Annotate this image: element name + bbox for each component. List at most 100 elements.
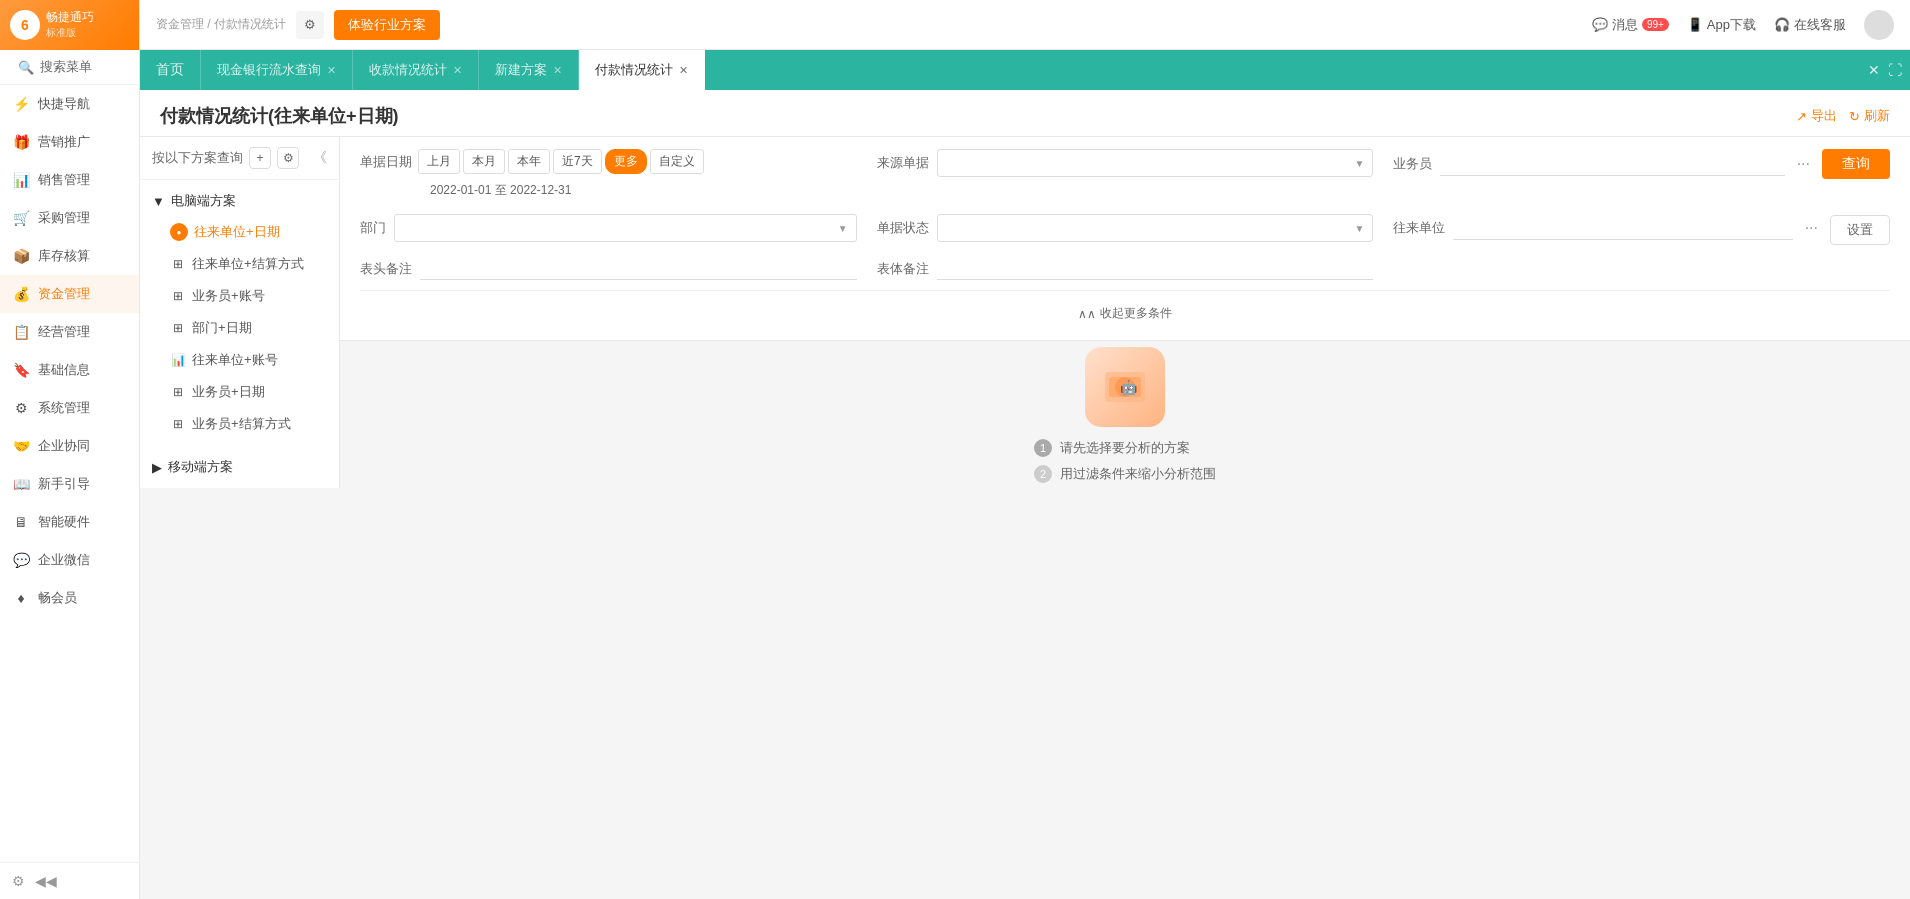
tab-bank-flow-close[interactable]: ✕ — [327, 64, 336, 77]
nav-icon-marketing: 🎁 — [12, 134, 30, 150]
nav-label-quick-nav: 快捷导航 — [38, 95, 90, 113]
trial-btn[interactable]: 体验行业方案 — [334, 10, 440, 40]
close-all-tabs-btn[interactable]: ✕ — [1868, 62, 1880, 78]
date-btn-this-month[interactable]: 本月 — [463, 149, 505, 174]
sidebar-item-quick-nav[interactable]: ⚡快捷导航 — [0, 85, 139, 123]
online-service-label: 在线客服 — [1794, 16, 1846, 34]
partner-input[interactable] — [1453, 217, 1792, 240]
refresh-icon: ↻ — [1849, 109, 1860, 124]
sidebar-item-wechat[interactable]: 💬企业微信 — [0, 541, 139, 579]
sidebar: 6 畅捷通巧 标准版 🔍 搜索菜单 ⚡快捷导航🎁营销推广📊销售管理🛒采购管理📦库… — [0, 0, 140, 899]
app-download-btn[interactable]: 📱 App下载 — [1687, 16, 1756, 34]
sidebar-item-fund[interactable]: 💰资金管理 — [0, 275, 139, 313]
page-header: 付款情况统计(往来单位+日期) ↗ 导出 ↻ 刷新 — [140, 90, 1910, 137]
content-area: 付款情况统计(往来单位+日期) ↗ 导出 ↻ 刷新 按以下方案查询 + ⚙ — [140, 90, 1910, 899]
mobile-icon: 📱 — [1687, 17, 1703, 32]
scheme-item-staff-date[interactable]: ⊞ 业务员+日期 — [140, 376, 339, 408]
date-filter: 单据日期 上月 本月 本年 近7天 更多 自定义 2022-01-01 至 20… — [360, 149, 857, 199]
nav-label-coop: 企业协同 — [38, 437, 90, 455]
sidebar-item-operations[interactable]: 📋经营管理 — [0, 313, 139, 351]
add-scheme-btn[interactable]: + — [249, 147, 271, 169]
search-menu[interactable]: 🔍 搜索菜单 — [0, 50, 139, 85]
collapse-sidebar-icon[interactable]: ◀◀ — [35, 873, 57, 889]
query-btn[interactable]: 查询 — [1822, 149, 1890, 179]
refresh-btn[interactable]: ↻ 刷新 — [1849, 107, 1890, 125]
body-note-input[interactable] — [937, 257, 1374, 280]
collapse-conditions-btn[interactable]: ∧∧ 收起更多条件 — [360, 299, 1890, 328]
scheme-item-staff-settle[interactable]: ⊞ 业务员+结算方式 — [140, 408, 339, 440]
partner-dots-btn[interactable]: ··· — [1801, 219, 1822, 237]
scheme-label-staff-account: 业务员+账号 — [192, 287, 265, 305]
date-btn-this-year[interactable]: 本年 — [508, 149, 550, 174]
sidebar-item-basic[interactable]: 🔖基础信息 — [0, 351, 139, 389]
breadcrumb: 资金管理 / 付款情况统计 — [156, 16, 286, 33]
tab-bank-flow-label: 现金银行流水查询 — [217, 61, 321, 79]
doc-status-select[interactable]: ▼ — [937, 214, 1374, 242]
export-btn[interactable]: ↗ 导出 — [1796, 107, 1837, 125]
doc-status-filter: 单据状态 ▼ — [877, 214, 1374, 242]
scheme-label-staff-date: 业务员+日期 — [192, 383, 265, 401]
sidebar-item-coop[interactable]: 🤝企业协同 — [0, 427, 139, 465]
service-icon: 🎧 — [1774, 17, 1790, 32]
nav-label-system: 系统管理 — [38, 399, 90, 417]
tab-new-scheme-close[interactable]: ✕ — [553, 64, 562, 77]
sidebar-item-guide[interactable]: 📖新手引导 — [0, 465, 139, 503]
tab-bank-flow[interactable]: 现金银行流水查询 ✕ — [201, 50, 353, 90]
desktop-group-header[interactable]: ▼ 电脑端方案 — [140, 186, 339, 216]
dept-select[interactable]: ▼ — [394, 214, 857, 242]
sidebar-item-member[interactable]: ♦畅会员 — [0, 579, 139, 617]
sidebar-item-purchase[interactable]: 🛒采购管理 — [0, 199, 139, 237]
expand-tabs-btn[interactable]: ⛶ — [1888, 62, 1902, 78]
date-btn-custom[interactable]: 自定义 — [650, 149, 704, 174]
tab-new-scheme[interactable]: 新建方案 ✕ — [479, 50, 579, 90]
tabs-bar: 首页 现金银行流水查询 ✕ 收款情况统计 ✕ 新建方案 ✕ 付款情况统计 ✕ ✕… — [140, 50, 1910, 90]
source-filter-label: 来源单据 — [877, 154, 929, 172]
right-content: 单据日期 上月 本月 本年 近7天 更多 自定义 2022-01-01 至 20… — [340, 137, 1910, 488]
refresh-label: 刷新 — [1864, 107, 1890, 125]
message-btn[interactable]: 💬 消息 99+ — [1592, 16, 1669, 34]
tab-receive-stats[interactable]: 收款情况统计 ✕ — [353, 50, 479, 90]
scheme-item-partner-account[interactable]: 📊 往来单位+账号 — [140, 344, 339, 376]
scheme-item-staff-account[interactable]: ⊞ 业务员+账号 — [140, 280, 339, 312]
source-select[interactable]: ▼ — [937, 149, 1374, 177]
tab-new-scheme-label: 新建方案 — [495, 61, 547, 79]
nav-label-fund: 资金管理 — [38, 285, 90, 303]
mobile-group-header[interactable]: ▶ 移动端方案 — [140, 452, 339, 482]
scheme-item-dept-date[interactable]: ⊞ 部门+日期 — [140, 312, 339, 344]
sidebar-item-marketing[interactable]: 🎁营销推广 — [0, 123, 139, 161]
staff-dots-btn[interactable]: ··· — [1793, 155, 1814, 173]
topbar-right: 💬 消息 99+ 📱 App下载 🎧 在线客服 — [1592, 10, 1894, 40]
staff-input[interactable] — [1440, 153, 1784, 176]
tab-receive-stats-label: 收款情况统计 — [369, 61, 447, 79]
date-btn-more[interactable]: 更多 — [605, 149, 647, 174]
dept-filter-label: 部门 — [360, 219, 386, 237]
empty-state: 🤖 1 请先选择要分析的方案 2 用过滤条件来缩小分析范围 — [340, 341, 1910, 488]
sidebar-item-system[interactable]: ⚙系统管理 — [0, 389, 139, 427]
sidebar-item-hardware[interactable]: 🖥智能硬件 — [0, 503, 139, 541]
date-btn-7days[interactable]: 近7天 — [553, 149, 602, 174]
tab-pay-stats[interactable]: 付款情况统计 ✕ — [579, 50, 705, 90]
tab-receive-stats-close[interactable]: ✕ — [453, 64, 462, 77]
date-btn-last-month[interactable]: 上月 — [418, 149, 460, 174]
tab-home[interactable]: 首页 — [140, 50, 201, 90]
header-note-filter: 表头备注 — [360, 257, 857, 280]
sidebar-item-inventory[interactable]: 📦库存核算 — [0, 237, 139, 275]
scheme-settings-btn[interactable]: ⚙ — [277, 147, 299, 169]
sidebar-item-sales[interactable]: 📊销售管理 — [0, 161, 139, 199]
user-avatar[interactable] — [1864, 10, 1894, 40]
collapse-panel-btn[interactable]: 《 — [313, 149, 327, 167]
scheme-item-partner-date[interactable]: ● 往来单位+日期 — [140, 216, 339, 248]
scheme-item-partner-settle[interactable]: ⊞ 往来单位+结算方式 — [140, 248, 339, 280]
topbar-settings-btn[interactable]: ⚙ — [296, 11, 324, 39]
tab-pay-stats-close[interactable]: ✕ — [679, 64, 688, 77]
scheme-label-partner-settle: 往来单位+结算方式 — [192, 255, 304, 273]
nav-label-basic: 基础信息 — [38, 361, 90, 379]
online-service-btn[interactable]: 🎧 在线客服 — [1774, 16, 1846, 34]
nav-icon-member: ♦ — [12, 590, 30, 606]
page-actions: ↗ 导出 ↻ 刷新 — [1796, 107, 1890, 125]
mobile-scheme-group: ▶ 移动端方案 — [140, 446, 339, 488]
settings-btn[interactable]: 设置 — [1830, 215, 1890, 245]
nav-icon-guide: 📖 — [12, 476, 30, 492]
header-note-input[interactable] — [420, 257, 857, 280]
settings-icon[interactable]: ⚙ — [12, 873, 25, 889]
